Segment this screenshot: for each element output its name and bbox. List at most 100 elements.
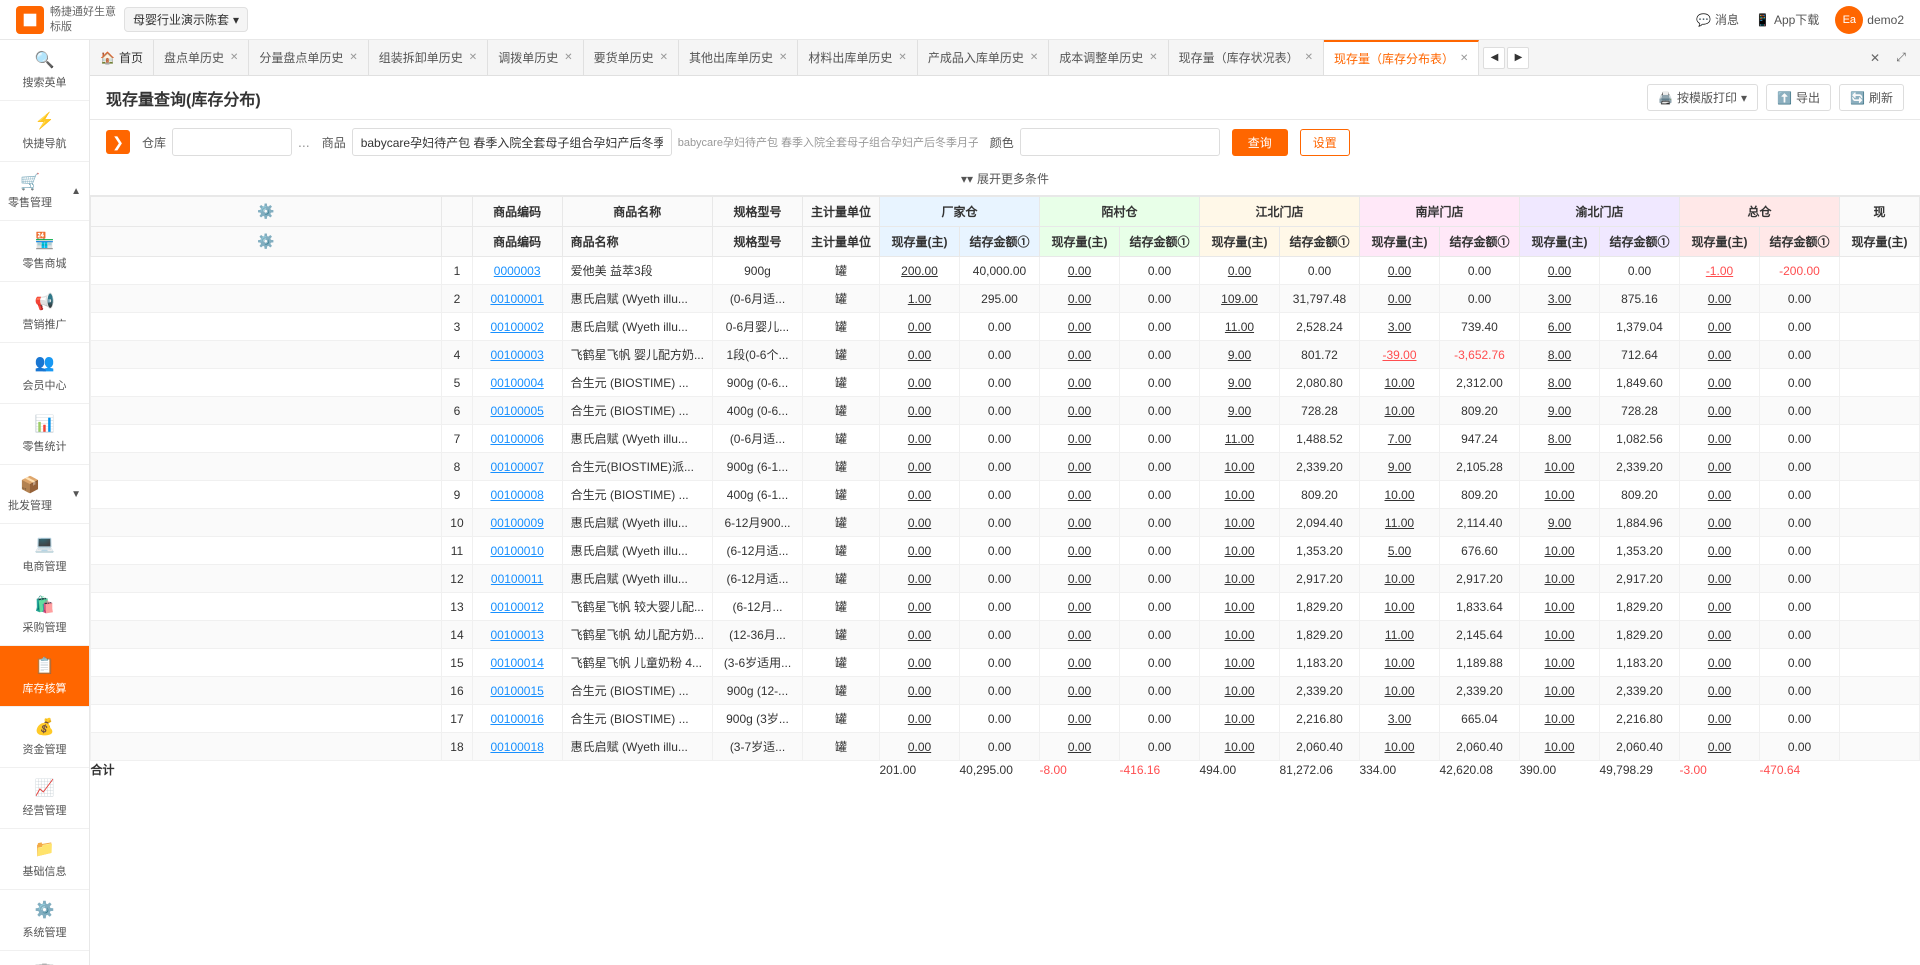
row-code[interactable]: 00100001 [472,285,562,313]
row-yb-qty[interactable]: 10.00 [1520,453,1600,481]
row-na-qty[interactable]: 7.00 [1360,425,1440,453]
tab-material-out[interactable]: 材料出库单历史 ✕ [798,40,917,76]
row-fc-qty[interactable]: 0.00 [880,425,960,453]
tab-purchase-order[interactable]: 要货单历史 ✕ [584,40,679,76]
row-code[interactable]: 00100015 [472,677,562,705]
row-yb-qty[interactable]: 10.00 [1520,649,1600,677]
row-yb-qty[interactable]: 3.00 [1520,285,1600,313]
row-fc-qty[interactable]: 0.00 [880,593,960,621]
row-zc-qty[interactable]: 0.00 [1680,397,1760,425]
row-jb-qty[interactable]: 9.00 [1200,397,1280,425]
tab-cost-adjust[interactable]: 成本调整单历史 ✕ [1049,40,1168,76]
row-zc-qty[interactable]: 0.00 [1680,565,1760,593]
row-jb-qty[interactable]: 10.00 [1200,565,1280,593]
row-code[interactable]: 00100011 [472,565,562,593]
row-jb-qty[interactable]: 10.00 [1200,481,1280,509]
goods-input[interactable] [352,128,672,156]
row-zc-qty[interactable]: 0.00 [1680,341,1760,369]
row-jb-qty[interactable]: 10.00 [1200,537,1280,565]
row-na-qty[interactable]: 10.00 [1360,481,1440,509]
row-jb-qty[interactable]: 10.00 [1200,733,1280,761]
row-zc-qty[interactable]: 0.00 [1680,705,1760,733]
row-na-qty[interactable]: 10.00 [1360,593,1440,621]
app-download-btn[interactable]: 📱 App下载 [1755,11,1819,28]
th-settings[interactable]: ⚙️ [91,197,442,227]
row-mc-qty[interactable]: 0.00 [1040,453,1120,481]
row-na-qty[interactable]: -39.00 [1360,341,1440,369]
tab-stock-dist[interactable]: 现存量（库存分布表） ✕ [1324,40,1479,76]
tab-inventory-count-close[interactable]: ✕ [230,52,238,63]
row-zc-qty[interactable]: 0.00 [1680,509,1760,537]
row-fc-qty[interactable]: 200.00 [880,257,960,285]
row-yb-qty[interactable]: 10.00 [1520,621,1600,649]
row-code[interactable]: 00100010 [472,537,562,565]
sidebar-item-inventory[interactable]: 📋 库存核算 [0,646,89,707]
row-na-qty[interactable]: 10.00 [1360,649,1440,677]
sidebar-item-shortcut[interactable]: ⚡ 快捷导航 [0,101,89,162]
expand-conditions-btn[interactable]: ▾▾ 展开更多条件 [961,170,1049,187]
row-code[interactable]: 00100018 [472,733,562,761]
row-code[interactable]: 00100016 [472,705,562,733]
row-jb-qty[interactable]: 10.00 [1200,593,1280,621]
query-btn[interactable]: 查询 [1232,129,1288,156]
row-fc-qty[interactable]: 0.00 [880,705,960,733]
row-yb-qty[interactable]: 10.00 [1520,565,1600,593]
tab-branch-count[interactable]: 分量盘点单历史 ✕ [249,40,368,76]
row-code[interactable]: 00100004 [472,369,562,397]
row-code[interactable]: 00100009 [472,509,562,537]
tab-stock-status[interactable]: 现存量（库存状况表） ✕ [1169,40,1324,76]
row-fc-qty[interactable]: 0.00 [880,453,960,481]
tab-home[interactable]: 🏠 首页 [90,40,154,76]
row-yb-qty[interactable]: 8.00 [1520,425,1600,453]
sidebar-item-search[interactable]: 🔍 搜索英单 [0,40,89,101]
tab-material-out-close[interactable]: ✕ [898,52,906,63]
row-mc-qty[interactable]: 0.00 [1040,257,1120,285]
row-zc-qty[interactable]: 0.00 [1680,537,1760,565]
sidebar-item-retail-stats[interactable]: 📊 零售统计 [0,404,89,465]
row-na-qty[interactable]: 3.00 [1360,313,1440,341]
th-col-settings[interactable]: ⚙️ [91,227,442,257]
sidebar-item-basic[interactable]: 📁 基础信息 [0,829,89,890]
row-fc-qty[interactable]: 0.00 [880,369,960,397]
color-input[interactable] [1020,128,1220,156]
row-yb-qty[interactable]: 10.00 [1520,537,1600,565]
row-fc-qty[interactable]: 0.00 [880,649,960,677]
row-zc-qty[interactable]: 0.00 [1680,481,1760,509]
row-fc-qty[interactable]: 0.00 [880,397,960,425]
tab-stock-status-close[interactable]: ✕ [1305,52,1313,63]
row-fc-qty[interactable]: 0.00 [880,481,960,509]
row-mc-qty[interactable]: 0.00 [1040,369,1120,397]
row-jb-qty[interactable]: 10.00 [1200,677,1280,705]
row-yb-qty[interactable]: 6.00 [1520,313,1600,341]
sidebar-item-operation[interactable]: 📈 经营管理 [0,768,89,829]
row-yb-qty[interactable]: 10.00 [1520,677,1600,705]
row-fc-qty[interactable]: 0.00 [880,733,960,761]
row-code[interactable]: 00100008 [472,481,562,509]
tab-combo-split-close[interactable]: ✕ [469,52,477,63]
row-na-qty[interactable]: 11.00 [1360,621,1440,649]
row-fc-qty[interactable]: 0.00 [880,677,960,705]
row-yb-qty[interactable]: 9.00 [1520,509,1600,537]
row-mc-qty[interactable]: 0.00 [1040,649,1120,677]
sidebar-item-member[interactable]: 👥 会员中心 [0,343,89,404]
row-code[interactable]: 0000003 [472,257,562,285]
tab-inventory-count[interactable]: 盘点单历史 ✕ [154,40,249,76]
row-code[interactable]: 00100005 [472,397,562,425]
row-fc-qty[interactable]: 0.00 [880,537,960,565]
sidebar-item-purchase[interactable]: 🛍️ 采购管理 [0,585,89,646]
row-yb-qty[interactable]: 0.00 [1520,257,1600,285]
row-mc-qty[interactable]: 0.00 [1040,537,1120,565]
row-fc-qty[interactable]: 0.00 [880,621,960,649]
row-mc-qty[interactable]: 0.00 [1040,285,1120,313]
row-zc-qty[interactable]: -1.00 [1680,257,1760,285]
row-mc-qty[interactable]: 0.00 [1040,705,1120,733]
row-fc-qty[interactable]: 0.00 [880,565,960,593]
row-yb-qty[interactable]: 10.00 [1520,705,1600,733]
row-na-qty[interactable]: 9.00 [1360,453,1440,481]
row-mc-qty[interactable]: 0.00 [1040,341,1120,369]
sidebar-item-marketing[interactable]: 📢 营销推广 [0,282,89,343]
row-code[interactable]: 00100002 [472,313,562,341]
sidebar-item-wholesale[interactable]: 📦 批发管理 ▼ [0,465,89,524]
row-mc-qty[interactable]: 0.00 [1040,509,1120,537]
row-zc-qty[interactable]: 0.00 [1680,649,1760,677]
